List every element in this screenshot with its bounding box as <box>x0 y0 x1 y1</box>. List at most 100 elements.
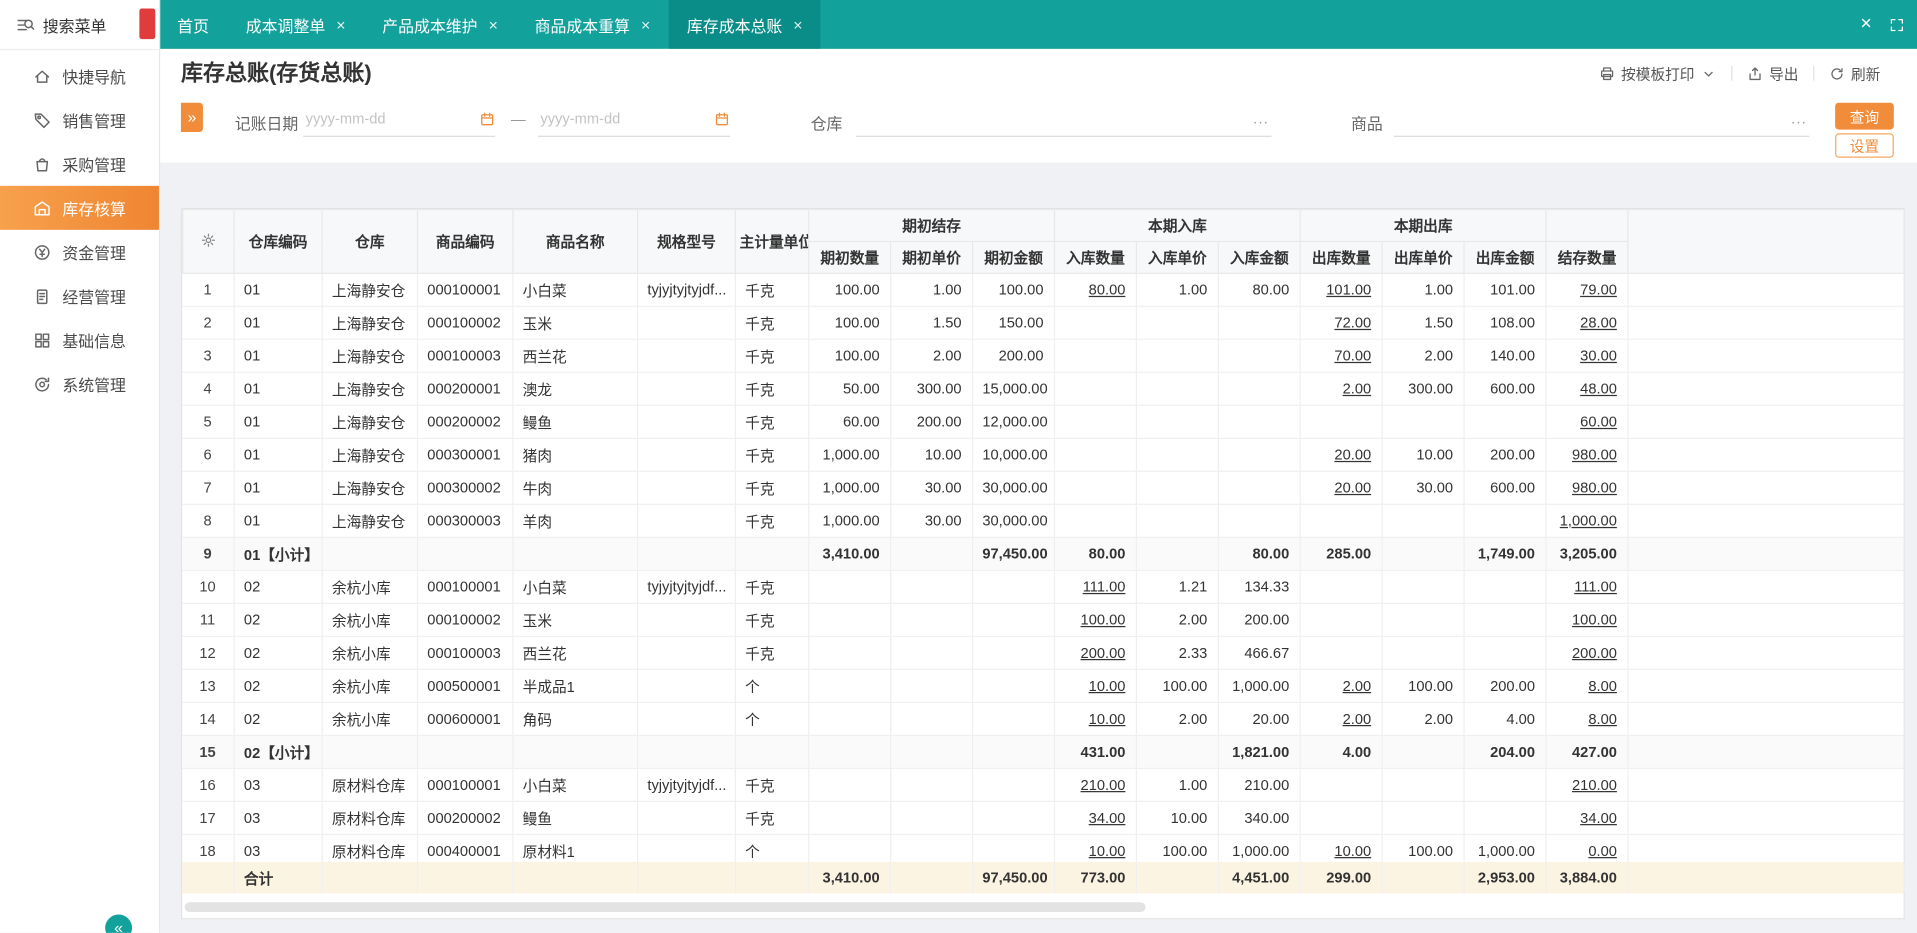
warehouse-icon <box>34 200 50 215</box>
expand-filters-button[interactable]: » <box>180 102 203 133</box>
drilldown-link[interactable]: 60.00 <box>1580 413 1617 430</box>
settings-button[interactable]: 设置 <box>1835 133 1894 158</box>
close-tab-icon[interactable]: × <box>793 15 802 33</box>
drilldown-link[interactable]: 2.00 <box>1343 380 1372 397</box>
sidebar-item-sales[interactable]: 销售管理 <box>0 98 159 142</box>
tab-home[interactable]: 首页 <box>159 0 227 49</box>
drilldown-link[interactable]: 980.00 <box>1572 479 1617 496</box>
calendar-icon[interactable] <box>714 111 730 127</box>
refresh-button[interactable]: 刷新 <box>1829 63 1880 84</box>
sidebar-item-quick-nav[interactable]: 快捷导航 <box>0 54 159 98</box>
drilldown-link[interactable]: 210.00 <box>1081 776 1126 793</box>
sidebar-item-operations[interactable]: 经营管理 <box>0 274 159 318</box>
drilldown-link[interactable]: 8.00 <box>1588 677 1617 694</box>
table-row[interactable]: 16 03 原材料仓库 000100001 小白菜 tyjyjtyjtyjdf... 千克 2… <box>182 768 1904 803</box>
drilldown-link[interactable]: 200.00 <box>1572 644 1617 661</box>
sidebar-item-purchase[interactable]: 采购管理 <box>0 142 159 186</box>
sidebar-item-base-info[interactable]: 基础信息 <box>0 318 159 362</box>
drilldown-link[interactable]: 20.00 <box>1334 479 1371 496</box>
drilldown-link[interactable]: 1,000.00 <box>1560 512 1617 529</box>
warehouse-input[interactable] <box>855 108 1251 129</box>
product-input[interactable] <box>1393 108 1789 129</box>
grid-icon <box>35 332 50 348</box>
gear-icon[interactable] <box>201 232 217 248</box>
table-row[interactable]: 13 02 余杭小库 000500001 半成品1 个 10.00 100.00 1,000.0… <box>182 669 1904 703</box>
drilldown-link[interactable]: 20.00 <box>1334 446 1371 463</box>
tab-product-cost-maintenance[interactable]: 产品成本维护 × <box>364 0 516 49</box>
drilldown-link[interactable]: 200.00 <box>1081 644 1126 661</box>
table-row[interactable]: 10 02 余杭小库 000100001 小白菜 tyjyjtyjtyjdf... 千克 11… <box>182 570 1904 604</box>
table-row[interactable]: 8 01 上海静安仓 000300003 羊肉 千克 1,000.00 30.00 30,000… <box>182 504 1904 538</box>
drilldown-link[interactable]: 100.00 <box>1081 611 1126 628</box>
drilldown-link[interactable]: 101.00 <box>1326 281 1371 298</box>
tab-inventory-cost-ledger[interactable]: 库存成本总账 × <box>668 0 821 49</box>
drilldown-link[interactable]: 8.00 <box>1588 710 1617 727</box>
drilldown-link[interactable]: 10.00 <box>1334 842 1371 859</box>
printer-icon <box>1600 66 1614 80</box>
warehouse-lookup-trigger[interactable]: ... <box>1251 110 1272 127</box>
drilldown-link[interactable]: 0.00 <box>1588 842 1617 859</box>
subtotal-row[interactable]: 15 02【小计】 431.00 1,821.00 4.00 204.00 427.00 <box>182 735 1904 770</box>
table-row[interactable]: 18 03 原材料仓库 000400001 原材料1 个 10.00 100.00 1,000.… <box>182 834 1904 862</box>
drilldown-link[interactable]: 34.00 <box>1089 809 1126 826</box>
sidebar-search-menu[interactable]: 搜索菜单 <box>0 0 159 51</box>
print-by-template-button[interactable]: 按模板打印 <box>1599 63 1716 84</box>
drilldown-link[interactable]: 2.00 <box>1343 677 1372 694</box>
table-body-viewport[interactable]: 1 01 上海静安仓 000100001 小白菜 tyjyjtyjtyjdf... 千克 10… <box>182 273 1904 862</box>
drilldown-link[interactable]: 10.00 <box>1089 710 1126 727</box>
drilldown-link[interactable]: 30.00 <box>1580 347 1617 364</box>
calendar-icon[interactable] <box>479 111 495 127</box>
table-row[interactable]: 1 01 上海静安仓 000100001 小白菜 tyjyjtyjtyjdf... 千克 10… <box>182 273 1904 307</box>
sidebar-item-system[interactable]: 系统管理 <box>0 362 159 406</box>
table-row[interactable]: 5 01 上海静安仓 000200002 鳗鱼 千克 60.00 200.00 12,000.0… <box>182 405 1904 439</box>
table-row[interactable]: 3 01 上海静安仓 000100003 西兰花 千克 100.00 2.00 200.00 70… <box>182 339 1904 373</box>
drilldown-link[interactable]: 2.00 <box>1343 710 1372 727</box>
close-tab-icon[interactable]: × <box>641 15 650 33</box>
fullscreen-icon[interactable] <box>1889 17 1905 33</box>
close-window-icon[interactable]: × <box>1860 14 1871 35</box>
table-row[interactable]: 4 01 上海静安仓 000200001 澳龙 千克 50.00 300.00 15,000.0… <box>182 372 1904 406</box>
export-button[interactable]: 导出 <box>1747 63 1798 84</box>
toolbar-divider <box>1731 66 1733 81</box>
drilldown-link[interactable]: 100.00 <box>1572 611 1617 628</box>
query-button[interactable]: 查询 <box>1835 102 1894 130</box>
drilldown-link[interactable]: 10.00 <box>1089 677 1126 694</box>
drilldown-link[interactable]: 111.00 <box>1574 578 1617 595</box>
drilldown-link[interactable]: 80.00 <box>1089 281 1126 298</box>
drilldown-link[interactable]: 34.00 <box>1580 809 1617 826</box>
table-row[interactable]: 17 03 原材料仓库 000200002 鳗鱼 千克 34.00 10.00 340.00 34… <box>182 801 1904 836</box>
grand-total-row[interactable]: 合计 3,410.00 97,450.00 773.00 4,451.00 299.00 2… <box>182 861 1905 894</box>
end-date-input[interactable] <box>537 108 714 129</box>
drilldown-link[interactable]: 72.00 <box>1334 314 1371 331</box>
table-row[interactable]: 11 02 余杭小库 000100002 玉米 千克 100.00 2.00 200.00 100… <box>182 603 1904 637</box>
table-row[interactable]: 7 01 上海静安仓 000300002 牛肉 千克 1,000.00 30.00 30,000… <box>182 471 1904 505</box>
tab-cost-adjustment[interactable]: 成本调整单 × <box>227 0 363 49</box>
drilldown-link[interactable]: 111.00 <box>1083 578 1126 595</box>
tab-label: 商品成本重算 <box>534 16 630 35</box>
drilldown-link[interactable]: 210.00 <box>1572 776 1617 793</box>
close-tab-icon[interactable]: × <box>336 15 345 33</box>
drilldown-link[interactable]: 10.00 <box>1089 842 1126 859</box>
horizontal-scrollbar[interactable] <box>184 902 1902 913</box>
table-row[interactable]: 6 01 上海静安仓 000300001 猪肉 千克 1,000.00 10.00 10,000… <box>182 438 1904 472</box>
drilldown-link[interactable]: 48.00 <box>1580 380 1617 397</box>
sidebar-item-funds[interactable]: 资金管理 <box>0 230 159 274</box>
table-row[interactable]: 14 02 余杭小库 000600001 角码个 10.00 2.00 20.00 2.00 2.… <box>182 702 1904 737</box>
product-lookup-trigger[interactable]: ... <box>1789 110 1810 127</box>
drilldown-link[interactable]: 70.00 <box>1334 347 1371 364</box>
close-tab-icon[interactable]: × <box>489 15 498 33</box>
horizontal-scrollbar-thumb[interactable] <box>184 902 1146 913</box>
table-row[interactable]: 12 02 余杭小库 000100003 西兰花 千克 200.00 2.33 466.67 20… <box>182 636 1904 670</box>
drilldown-link[interactable]: 980.00 <box>1572 446 1617 463</box>
start-date-input[interactable] <box>303 108 480 129</box>
drilldown-link[interactable]: 28.00 <box>1580 314 1617 331</box>
table-row[interactable]: 2 01 上海静安仓 000100002 玉米 千克 100.00 1.50 150.00 72.… <box>182 306 1904 340</box>
col-warehouse: 仓库 <box>321 209 419 274</box>
sidebar-item-inventory[interactable]: 库存核算 <box>0 185 159 230</box>
col-out-price: 出库单价 <box>1381 240 1465 274</box>
collapse-sidebar-button[interactable]: « <box>105 914 133 933</box>
tab-product-cost-recalc[interactable]: 商品成本重算 × <box>516 0 668 49</box>
col-out-qty: 出库数量 <box>1299 240 1383 274</box>
drilldown-link[interactable]: 79.00 <box>1580 281 1617 298</box>
subtotal-row[interactable]: 9 01【小计】 3,410.00 97,450.00 80.00 80.00 285.00… <box>182 537 1904 571</box>
